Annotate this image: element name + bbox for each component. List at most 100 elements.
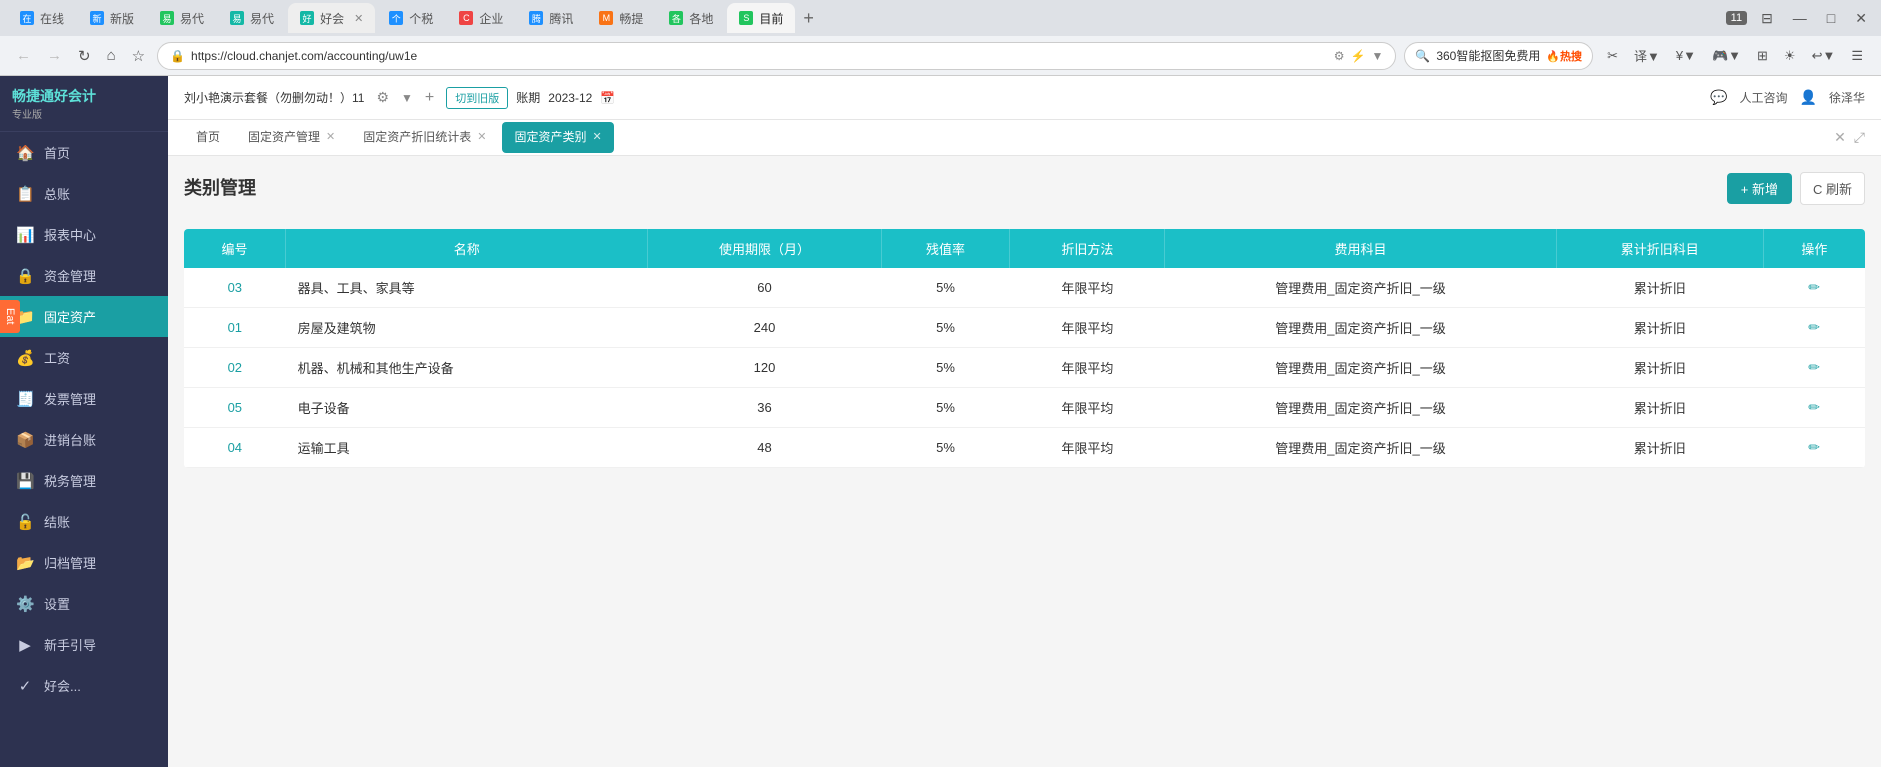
sidebar-item-extra[interactable]: ✓ 好会... [0, 665, 168, 706]
games-btn[interactable]: 🎮▼ [1706, 46, 1747, 66]
sidebar-item-extra-label: 好会... [44, 676, 81, 695]
translate-btn[interactable]: 译▼ [1628, 44, 1666, 67]
tab-count-badge[interactable]: 11 [1726, 11, 1747, 25]
tab-bar: 在 在线 新 新版 易 易代 易 易代 好 好会 ✕ 个 个税 C 企业 腾 [0, 0, 1881, 36]
home-nav-icon: 🏠 [16, 144, 34, 162]
edit-row3-btn[interactable]: ✏ [1808, 399, 1820, 416]
row2-expense: 管理费用_固定资产折旧_一级 [1165, 348, 1556, 388]
page-tab-assets-mgmt[interactable]: 固定资产管理 ✕ [236, 122, 347, 153]
menu-btn[interactable]: ☰ [1845, 46, 1869, 66]
close-tab-depreciation[interactable]: ✕ [477, 130, 486, 143]
new-tab-button[interactable]: + [797, 8, 820, 29]
consult-label[interactable]: 人工咨询 [1740, 89, 1788, 106]
row3-code[interactable]: 05 [184, 388, 286, 428]
sidebar-item-fixed-assets[interactable]: 📁 固定资产 [0, 296, 168, 337]
browser-tab-4[interactable]: 好 好会 ✕ [288, 3, 375, 33]
avatar-icon: 👤 [1800, 89, 1817, 106]
edit-row2-btn[interactable]: ✏ [1808, 359, 1820, 376]
browser-tab-6[interactable]: C 企业 [447, 3, 515, 33]
row1-code[interactable]: 01 [184, 308, 286, 348]
back-btn[interactable]: ← [12, 45, 35, 66]
tab-favicon-2: 易 [160, 11, 174, 25]
tab-actions: ✕ ⤢ [1834, 129, 1865, 146]
sidebar-item-reports-label: 报表中心 [44, 225, 96, 244]
table-row: 01 房屋及建筑物 240 5% 年限平均 管理费用_固定资产折旧_一级 累计折… [184, 308, 1865, 348]
row4-code[interactable]: 04 [184, 428, 286, 468]
browser-tab-2[interactable]: 易 易代 [148, 3, 216, 33]
sidebar-item-closing[interactable]: 🔓 结账 [0, 501, 168, 542]
row0-code[interactable]: 03 [184, 268, 286, 308]
add-category-btn[interactable]: + 新增 [1727, 173, 1792, 204]
row3-rate: 5% [881, 388, 1010, 428]
site-info-icon: ⚙ [1334, 49, 1345, 63]
sidebar-item-reports[interactable]: 📊 报表中心 [0, 214, 168, 255]
sidebar-item-invoice[interactable]: 🧾 发票管理 [0, 378, 168, 419]
reload-btn[interactable]: ↻ [74, 45, 95, 67]
maximize-btn[interactable]: □ [1821, 8, 1841, 28]
refresh-btn[interactable]: C 刷新 [1800, 172, 1865, 205]
add-company-btn[interactable]: + [425, 89, 434, 107]
tab-close-4[interactable]: ✕ [354, 12, 363, 25]
search-bar[interactable]: 🔍 360智能抠图免费用 🔥热搜 [1404, 42, 1593, 70]
row1-rate: 5% [881, 308, 1010, 348]
browser-tab-0[interactable]: 在 在线 [8, 3, 76, 33]
logo-sub: 专业版 [12, 106, 156, 121]
browser-tab-1[interactable]: 新 新版 [78, 3, 146, 33]
row3-expense: 管理费用_固定资产折旧_一级 [1165, 388, 1556, 428]
grid-btn[interactable]: ⊞ [1751, 46, 1774, 66]
url-bar[interactable]: 🔒 https://cloud.chanjet.com/accounting/u… [157, 42, 1396, 70]
page-tab-category[interactable]: 固定资产类别 ✕ [502, 122, 613, 153]
tab-favicon-7: 腾 [529, 11, 543, 25]
close-tab-category[interactable]: ✕ [593, 130, 602, 143]
calendar-icon[interactable]: 📅 [600, 91, 615, 105]
browser-tab-7[interactable]: 腾 腾讯 [517, 3, 585, 33]
row1-period: 240 [648, 308, 881, 348]
tab-bar-actions: 11 ⊟ — □ ✕ [1726, 8, 1873, 29]
settings-gear-icon[interactable]: ⚙ [376, 89, 389, 106]
url-dropdown-icon[interactable]: ▼ [1371, 49, 1383, 63]
history-btn[interactable]: ↩▼ [1806, 46, 1842, 66]
tab-settings-btn[interactable]: ⊟ [1755, 8, 1779, 29]
sidebar-item-tax[interactable]: 💾 税务管理 [0, 460, 168, 501]
row2-method: 年限平均 [1010, 348, 1165, 388]
bookmark-btn[interactable]: ☆ [128, 45, 149, 67]
row2-code[interactable]: 02 [184, 348, 286, 388]
close-window-btn[interactable]: ✕ [1849, 8, 1873, 29]
tab-favicon-8: M [599, 11, 613, 25]
sidebar-item-funds[interactable]: 🔒 资金管理 [0, 255, 168, 296]
sidebar-item-salary[interactable]: 💰 工资 [0, 337, 168, 378]
browser-tab-5[interactable]: 个 个税 [377, 3, 445, 33]
dropdown-arrow-icon[interactable]: ▼ [401, 91, 413, 105]
close-all-tabs-btn[interactable]: ✕ [1834, 129, 1846, 146]
table-row: 04 运输工具 48 5% 年限平均 管理费用_固定资产折旧_一级 累计折旧 ✏ [184, 428, 1865, 468]
sidebar-item-purchases[interactable]: 📦 进销台账 [0, 419, 168, 460]
sidebar-item-settings[interactable]: ⚙️ 设置 [0, 583, 168, 624]
row4-accum: 累计折旧 [1556, 428, 1763, 468]
forward-btn[interactable]: → [43, 45, 66, 66]
page-tab-depreciation[interactable]: 固定资产折旧统计表 ✕ [351, 122, 498, 153]
floating-tab-eat[interactable]: Eat [0, 300, 20, 333]
close-tab-assets-mgmt[interactable]: ✕ [326, 130, 335, 143]
sidebar-item-ledger[interactable]: 📋 总账 [0, 173, 168, 214]
scissors-btn[interactable]: ✂ [1601, 46, 1624, 66]
sidebar-item-guide[interactable]: ▶ 新手引导 [0, 624, 168, 665]
version-switch-btn[interactable]: 切到旧版 [446, 87, 508, 109]
browser-tab-8[interactable]: M 畅提 [587, 3, 655, 33]
browser-tab-10[interactable]: S 目前 [727, 3, 795, 33]
tab-favicon-10: S [739, 11, 753, 25]
page-tab-home[interactable]: 首页 [184, 122, 232, 153]
browser-tab-9[interactable]: 各 各地 [657, 3, 725, 33]
edit-row4-btn[interactable]: ✏ [1808, 439, 1820, 456]
wallet-btn[interactable]: ¥▼ [1670, 46, 1702, 65]
edit-row1-btn[interactable]: ✏ [1808, 319, 1820, 336]
tab-favicon-6: C [459, 11, 473, 25]
invoice-icon: 🧾 [16, 390, 34, 408]
minimize-btn[interactable]: — [1787, 8, 1813, 28]
sidebar-item-archive[interactable]: 📂 归档管理 [0, 542, 168, 583]
browser-tab-3[interactable]: 易 易代 [218, 3, 286, 33]
expand-tabs-btn[interactable]: ⤢ [1854, 129, 1865, 146]
home-btn[interactable]: ⌂ [103, 45, 120, 66]
edit-row0-btn[interactable]: ✏ [1808, 279, 1820, 296]
theme-btn[interactable]: ☀ [1778, 46, 1802, 66]
sidebar-item-home[interactable]: 🏠 首页 [0, 132, 168, 173]
